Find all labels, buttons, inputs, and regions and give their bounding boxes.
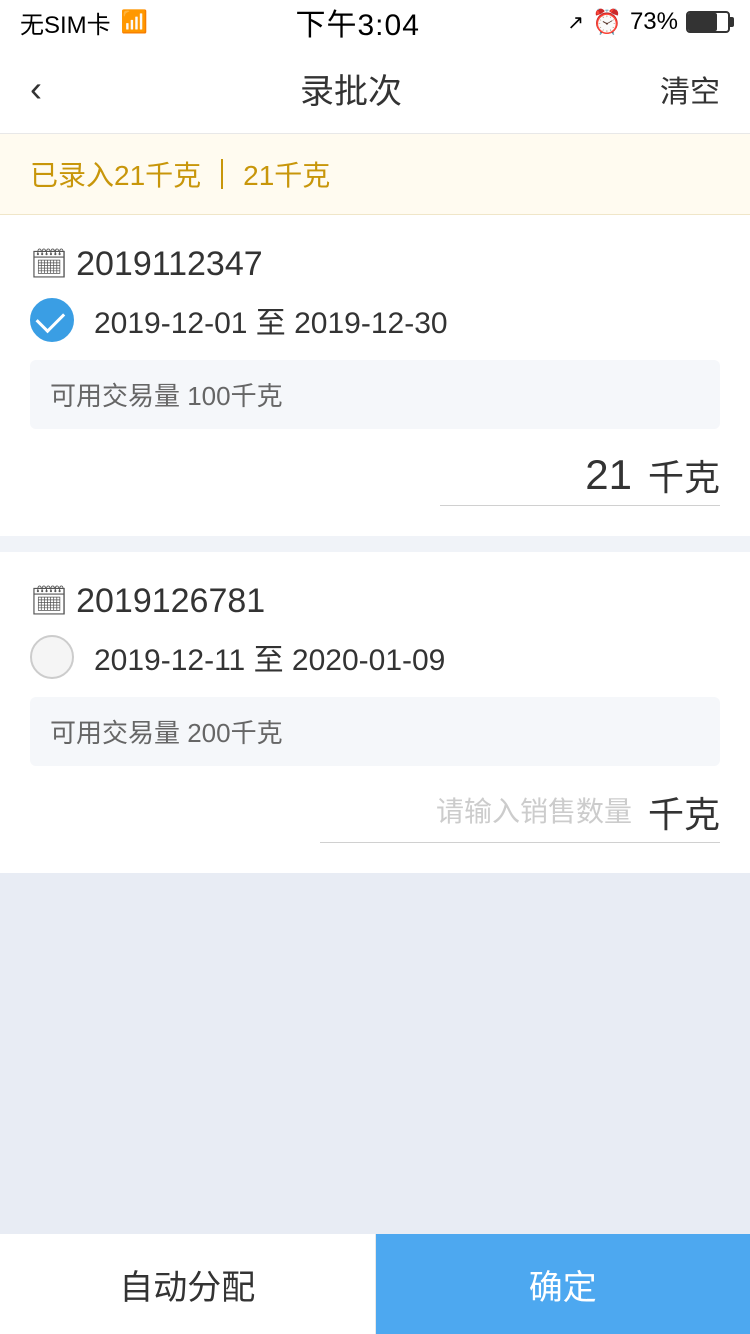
batch2-date-row[interactable]: 2019-12-11 至 2020-01-09 [30,635,720,679]
status-carrier: 无SIM卡 📶 [20,5,148,40]
batch2-input-row: 千克 [0,766,750,853]
clear-button[interactable]: 清空 [660,67,720,111]
batch2-unit: 千克 [648,786,720,838]
summary-banner: 已录入21千克 21千克 [0,134,750,215]
nav-bar: ‹ 录批次 清空 [0,44,750,134]
batch1-id: 2019112347 [76,245,263,284]
batch-item-1: 🗓 2019112347 2019-12-01 至 2019-12-30 可用交… [0,215,750,429]
summary-amount: 21千克 [243,154,330,194]
batch2-date: 2019-12-11 至 2020-01-09 [94,635,445,679]
summary-entered-label: 已录入21千克 [30,154,201,194]
batch1-icon: 🗓 [30,247,68,282]
batch1-available-qty: 可用交易量 100千克 [30,360,720,429]
battery-percent: 73% [630,8,678,36]
auto-distribute-button[interactable]: 自动分配 [0,1234,376,1334]
batch2-icon: 🗓 [30,584,68,619]
wifi-icon: 📶 [121,9,148,35]
status-time: 下午3:04 [295,0,419,44]
batch1-date: 2019-12-01 至 2019-12-30 [94,298,448,342]
alarm-icon: ⏰ [592,8,622,37]
batch1-amount-row: 千克 [0,429,750,536]
batch2-available-qty: 可用交易量 200千克 [30,697,720,766]
batch1-radio[interactable] [30,298,74,342]
battery-icon [686,11,730,33]
batch1-date-row[interactable]: 2019-12-01 至 2019-12-30 [30,298,720,342]
page-title: 录批次 [300,64,402,113]
location-icon: ↗ [567,10,584,35]
section-divider-1 [0,536,750,552]
carrier-text: 无SIM卡 [20,5,111,40]
batch-item-2: 🗓 2019126781 2019-12-11 至 2020-01-09 可用交… [0,552,750,766]
back-button[interactable]: ‹ [30,68,42,110]
summary-divider [221,159,223,189]
status-indicators: ↗ ⏰ 73% [567,8,730,37]
status-bar: 无SIM卡 📶 下午3:04 ↗ ⏰ 73% [0,0,750,44]
bottom-area [0,873,750,1293]
batch2-id-row: 🗓 2019126781 [30,582,720,621]
batch1-quantity-input[interactable] [512,451,632,499]
batch1-id-row: 🗓 2019112347 [30,245,720,284]
batch2-id: 2019126781 [76,582,265,621]
footer: 自动分配 确定 [0,1234,750,1334]
batch1-unit: 千克 [648,449,720,501]
confirm-button[interactable]: 确定 [376,1234,750,1334]
batch2-radio[interactable] [30,635,74,679]
batch2-quantity-input[interactable] [352,796,632,828]
